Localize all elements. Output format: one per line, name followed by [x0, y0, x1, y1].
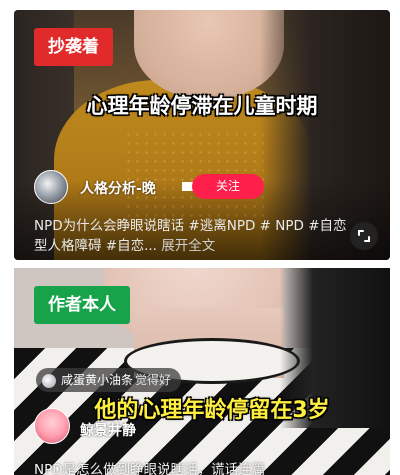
tag-badge: 作者本人: [34, 286, 130, 324]
expand-icon[interactable]: [350, 222, 378, 250]
avatar[interactable]: [34, 170, 68, 204]
expand-text-link[interactable]: 展开全文: [161, 238, 215, 254]
video-description: NPD是怎么做到睁眼说瞎话，谎话连篇: [34, 462, 266, 475]
liked-by-pill[interactable]: 咸蛋黄小油条 觉得好: [36, 368, 182, 392]
tag-badge: 抄袭着: [34, 28, 113, 66]
author-name[interactable]: 人格分析-晚: [80, 178, 156, 198]
video-description: NPD为什么会睁眼说瞎话 #逃离NPD # NPD #自恋型人格障碍 #自恋..…: [34, 216, 354, 256]
video-card-2[interactable]: 作者本人 咸蛋黄小油条 觉得好 他的心理年龄停留在3岁 鲸景井静 NPD是怎么做到…: [14, 268, 390, 475]
video-headline: 他的心理年龄停留在3岁: [94, 398, 330, 423]
follow-button[interactable]: 关注: [192, 174, 264, 199]
author-name[interactable]: 鲸景井静: [80, 420, 136, 440]
like-icon: [42, 373, 56, 388]
liked-user: 咸蛋黄小油条: [61, 373, 134, 387]
avatar[interactable]: [34, 408, 70, 444]
liked-text: 觉得好: [135, 373, 172, 387]
video-card-1[interactable]: 抄袭着 心理年龄停滞在儿童时期 人格分析-晚 关注 NPD为什么会睁眼说瞎话 #…: [14, 10, 390, 260]
video-headline: 心理年龄停滞在儿童时期: [86, 94, 318, 118]
